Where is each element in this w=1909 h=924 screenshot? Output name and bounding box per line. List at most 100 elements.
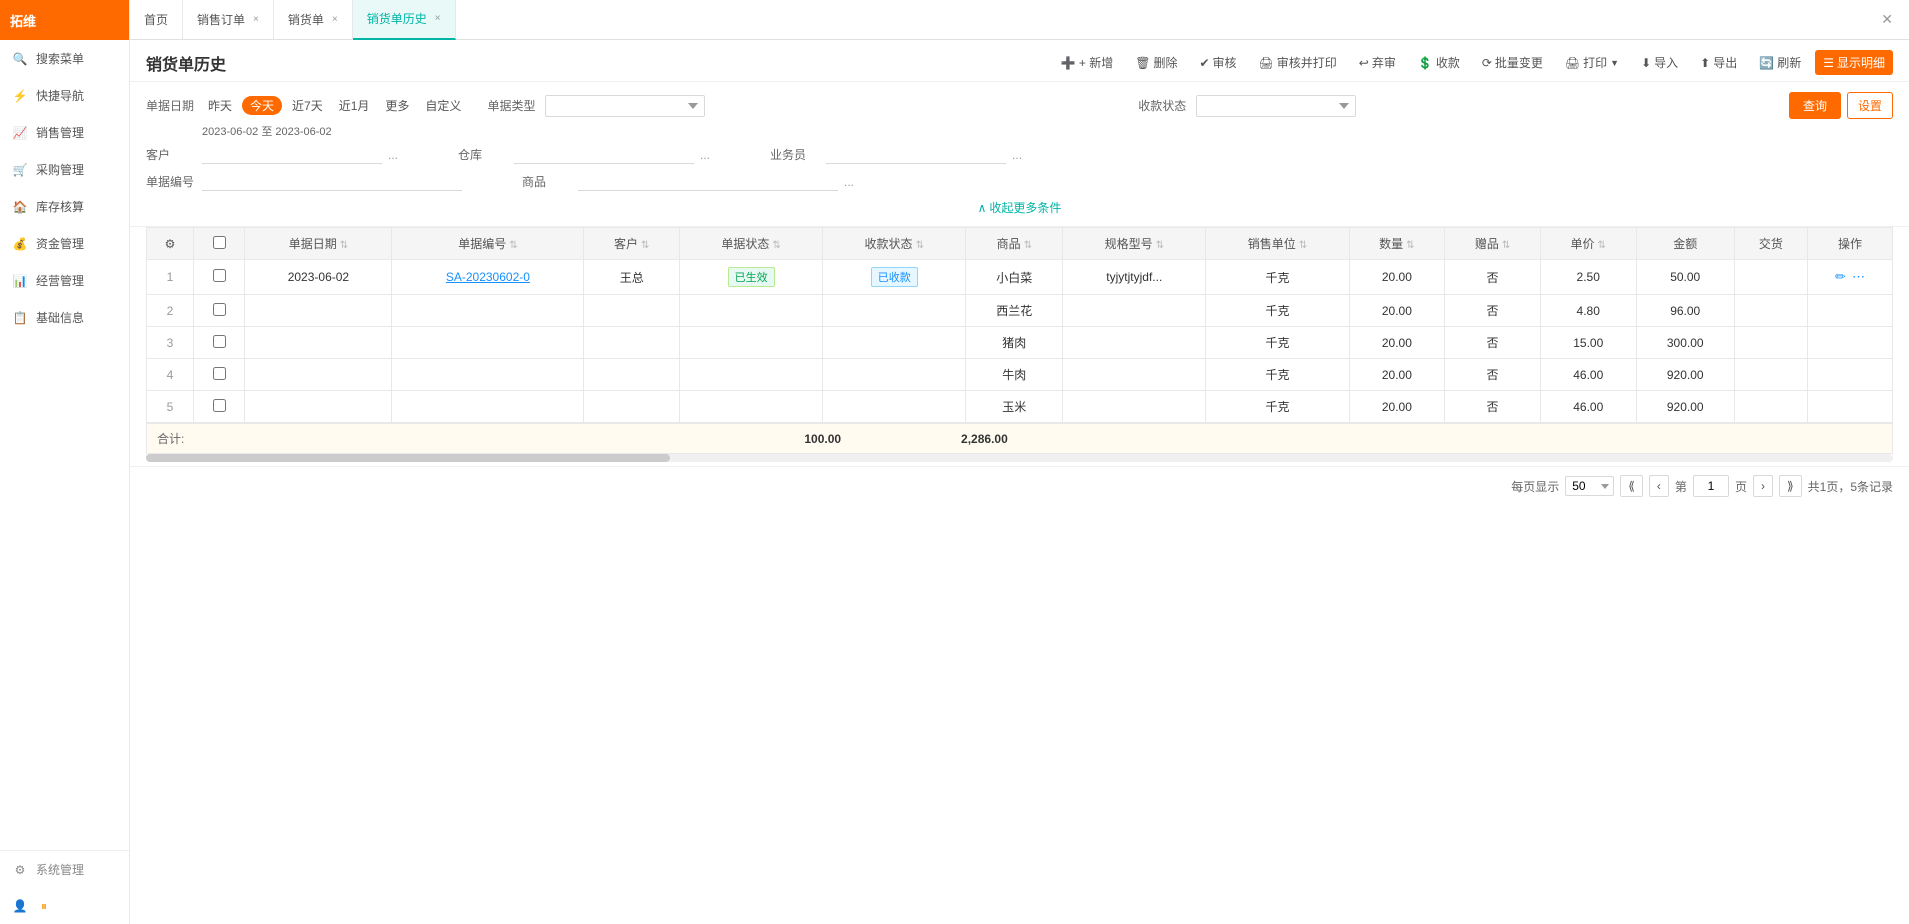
doc-no-link[interactable]: SA-20230602-0: [446, 270, 530, 284]
per-page-select[interactable]: 50 100 200: [1565, 476, 1614, 496]
cell-delivery: [1734, 260, 1807, 295]
chip-1month[interactable]: 近1月: [333, 96, 376, 115]
goods-dots[interactable]: ...: [844, 175, 854, 189]
tab-close-sales-delivery[interactable]: ×: [332, 14, 338, 25]
more-icon[interactable]: ⋯: [1852, 269, 1865, 285]
customer-dots[interactable]: ...: [388, 148, 398, 162]
export-button[interactable]: ⬆ 导出: [1692, 50, 1745, 75]
col-unit[interactable]: 销售单位⇅: [1206, 228, 1349, 260]
cell-checkbox[interactable]: [193, 327, 244, 359]
col-amount[interactable]: 金额: [1636, 228, 1734, 260]
query-button[interactable]: 查询: [1789, 92, 1841, 119]
per-page-label: 每页显示: [1511, 478, 1559, 495]
tab-home[interactable]: 首页: [130, 0, 183, 40]
last-page-button[interactable]: ⟫: [1779, 475, 1802, 497]
col-price[interactable]: 单价⇅: [1540, 228, 1636, 260]
warehouse-input[interactable]: [514, 145, 694, 164]
sidebar-item-purchase[interactable]: 🛒 采购管理: [0, 151, 129, 188]
horizontal-scrollbar[interactable]: [130, 454, 1909, 466]
page-header: 销货单历史 ➕ + 新增 🗑 删除 ✔ 审核 🖨 审核并打印: [130, 40, 1909, 82]
settings-button[interactable]: 设置: [1847, 92, 1893, 119]
col-qty[interactable]: 数量⇅: [1349, 228, 1445, 260]
sidebar-item-user[interactable]: 👤 ⏸: [0, 888, 129, 924]
settings-gear-icon: ⚙: [165, 237, 176, 251]
col-payment-status[interactable]: 收款状态⇅: [823, 228, 966, 260]
chip-today[interactable]: 今天: [242, 96, 282, 115]
collect-button[interactable]: 💲 收款: [1410, 50, 1468, 75]
col-spec[interactable]: 规格型号⇅: [1063, 228, 1206, 260]
sidebar-item-system[interactable]: ⚙ 系统管理: [0, 851, 129, 888]
cell-checkbox[interactable]: [193, 359, 244, 391]
collapse-button[interactable]: ∧ 收起更多条件: [146, 199, 1893, 216]
search-icon: 🔍: [12, 51, 28, 67]
sidebar-item-operations[interactable]: 📊 经营管理: [0, 262, 129, 299]
import-button[interactable]: ⬇ 导入: [1633, 50, 1686, 75]
sidebar-item-basic-info[interactable]: 📋 基础信息: [0, 299, 129, 336]
col-gift[interactable]: 赠品⇅: [1445, 228, 1541, 260]
sidebar-item-finance[interactable]: 💰 资金管理: [0, 225, 129, 262]
warehouse-dots[interactable]: ...: [700, 148, 710, 162]
tab-sales-delivery[interactable]: 销货单 ×: [274, 0, 353, 40]
edit-icon[interactable]: ✏: [1835, 269, 1846, 285]
cell-checkbox[interactable]: [193, 391, 244, 423]
cell-customer: 王总: [584, 260, 680, 295]
audit-print-button[interactable]: 🖨 审核并打印: [1251, 50, 1345, 75]
cell-checkbox[interactable]: [193, 295, 244, 327]
prev-page-button[interactable]: ‹: [1649, 475, 1669, 497]
customer-input[interactable]: [202, 145, 382, 164]
doc-no-input[interactable]: [202, 172, 462, 191]
col-doc-no[interactable]: 单据编号⇅: [392, 228, 584, 260]
staff-input[interactable]: [826, 145, 1006, 164]
col-goods[interactable]: 商品⇅: [966, 228, 1063, 260]
select-all-checkbox[interactable]: [213, 236, 226, 249]
sidebar-item-inventory[interactable]: 🏠 库存核算: [0, 188, 129, 225]
sidebar-item-sales[interactable]: 📈 销售管理: [0, 114, 129, 151]
filter-row-1: 单据日期 昨天 今天 近7天 近1月 更多 自定义 单据类型: [146, 92, 1893, 119]
batch-change-button[interactable]: ⟳ 批量变更: [1474, 50, 1551, 75]
abandon-button[interactable]: ↩ 弃审: [1351, 50, 1404, 75]
delete-button[interactable]: 🗑 删除: [1127, 50, 1185, 75]
chip-custom[interactable]: 自定义: [419, 96, 467, 115]
audit-button[interactable]: ✔ 审核: [1191, 50, 1244, 75]
chip-yesterday[interactable]: 昨天: [202, 96, 238, 115]
print-icon: 🖨: [1565, 56, 1580, 70]
goods-input[interactable]: [578, 172, 838, 191]
row-checkbox[interactable]: [213, 335, 226, 348]
col-doc-status[interactable]: 单据状态⇅: [680, 228, 823, 260]
print-button[interactable]: 🖨 打印 ▼: [1557, 50, 1627, 75]
row-checkbox[interactable]: [213, 399, 226, 412]
col-delivery[interactable]: 交货: [1734, 228, 1807, 260]
col-settings[interactable]: ⚙: [147, 228, 194, 260]
cell-docno[interactable]: SA-20230602-0: [392, 260, 584, 295]
col-checkbox[interactable]: [193, 228, 244, 260]
first-page-button[interactable]: ⟪: [1620, 475, 1643, 497]
next-page-button[interactable]: ›: [1753, 475, 1773, 497]
sort-customer-icon: ⇅: [641, 240, 649, 251]
col-customer[interactable]: 客户⇅: [584, 228, 680, 260]
tab-sales-history[interactable]: 销货单历史 ×: [353, 0, 456, 40]
sidebar-item-quick-nav[interactable]: ⚡ 快捷导航: [0, 77, 129, 114]
show-detail-button[interactable]: ☰ 显示明细: [1815, 50, 1893, 75]
doc-type-select[interactable]: [545, 95, 705, 117]
page-number-input[interactable]: [1693, 475, 1729, 497]
window-close-button[interactable]: ✕: [1873, 11, 1901, 28]
cell-actions[interactable]: ✏⋯: [1808, 260, 1893, 295]
cell-checkbox[interactable]: [193, 260, 244, 295]
staff-dots[interactable]: ...: [1012, 148, 1022, 162]
col-action: 操作: [1808, 228, 1893, 260]
new-button[interactable]: ➕ + 新增: [1053, 50, 1121, 75]
chip-more[interactable]: 更多: [379, 96, 415, 115]
tab-close-sales-history[interactable]: ×: [435, 13, 441, 24]
col-date[interactable]: 单据日期⇅: [245, 228, 392, 260]
row-checkbox[interactable]: [213, 367, 226, 380]
cell-seq: 2: [147, 295, 194, 327]
payment-status-select[interactable]: [1196, 95, 1356, 117]
row-checkbox[interactable]: [213, 303, 226, 316]
sidebar-item-search-menu[interactable]: 🔍 搜索菜单: [0, 40, 129, 77]
cell-unit: 千克: [1206, 391, 1349, 423]
tab-sales-order[interactable]: 销售订单 ×: [183, 0, 274, 40]
chip-7days[interactable]: 近7天: [286, 96, 329, 115]
refresh-button[interactable]: 🔄 刷新: [1751, 50, 1809, 75]
row-checkbox[interactable]: [213, 269, 226, 282]
tab-close-sales-order[interactable]: ×: [253, 14, 259, 25]
